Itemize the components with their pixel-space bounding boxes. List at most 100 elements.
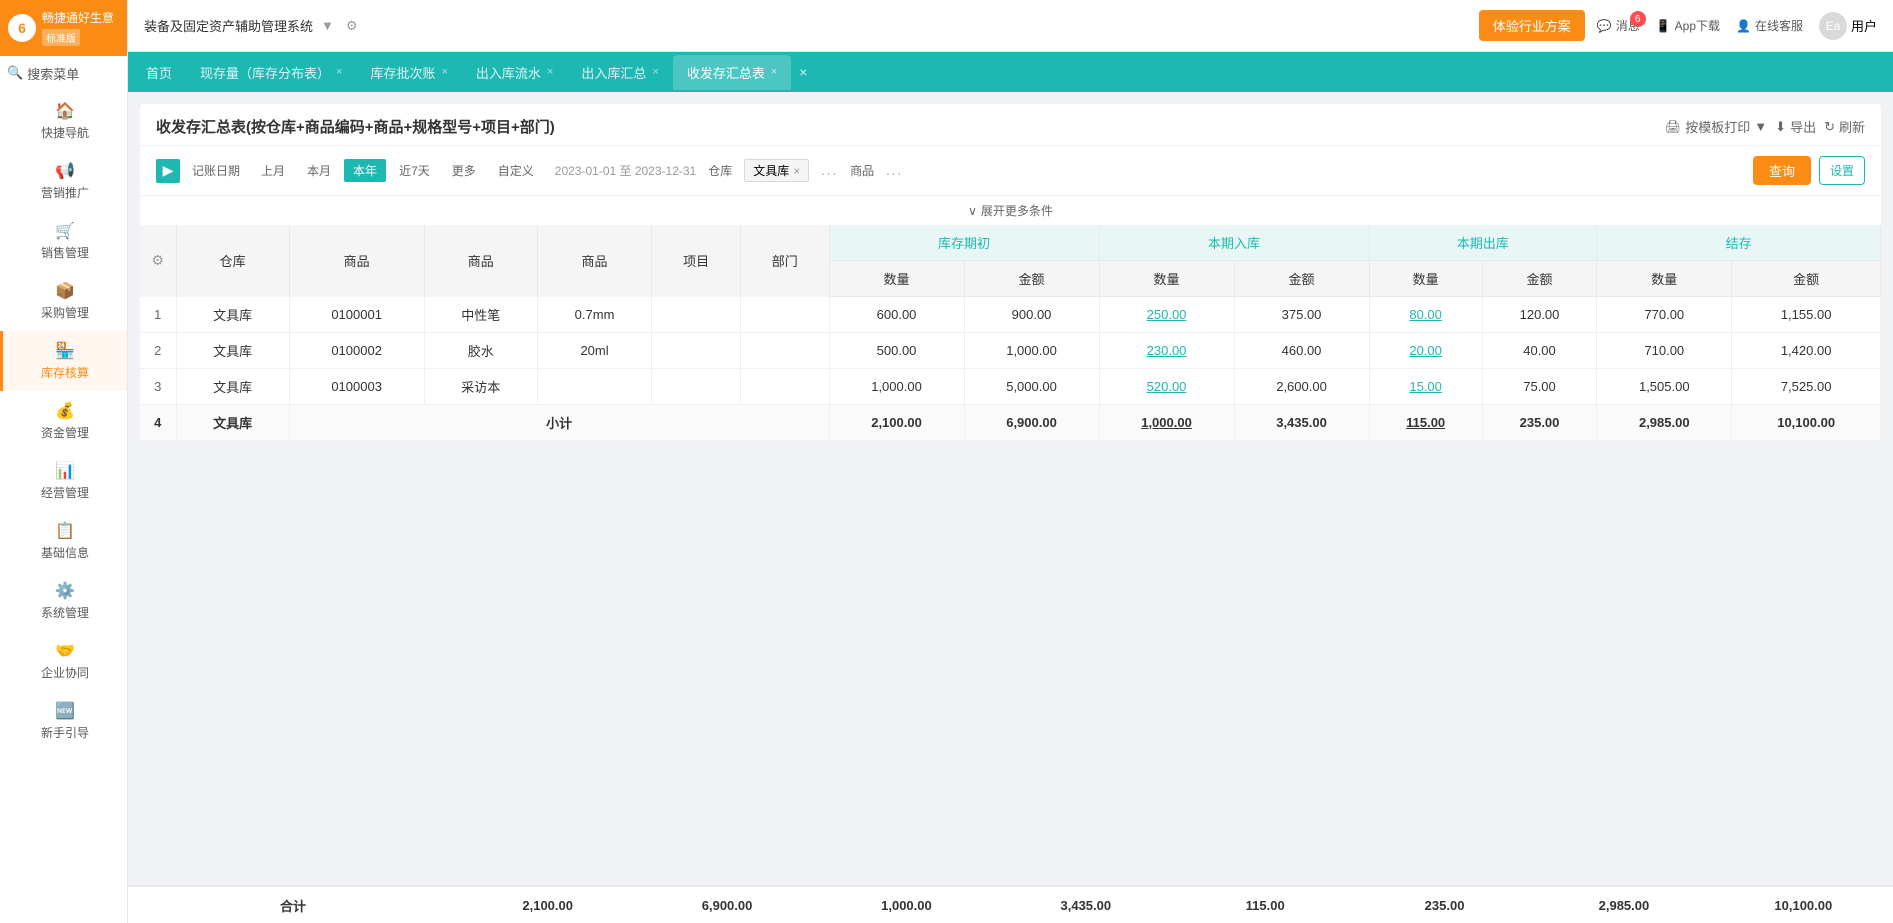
sidebar-label-basic: 基础信息 — [41, 544, 89, 561]
tab-inout-flow[interactable]: 出入库流水 × — [462, 55, 567, 90]
refresh-icon: ↻ — [1824, 119, 1835, 135]
expand-conditions-btn[interactable]: ∨ 展开更多条件 — [968, 202, 1053, 219]
date-btn-this-month[interactable]: 本月 — [298, 159, 340, 182]
download-icon: 📱 — [1656, 19, 1671, 33]
filter-expand-btn[interactable]: ▶ — [156, 159, 180, 183]
tab-inout-summary-close[interactable]: × — [652, 66, 658, 78]
cell-out-qty[interactable]: 20.00 — [1369, 332, 1482, 368]
tab-receipt-summary-close[interactable]: × — [771, 66, 777, 78]
sub-close-amt: 10,100.00 — [1732, 404, 1881, 440]
sidebar-item-purchase[interactable]: 📦 采购管理 — [0, 271, 127, 331]
tab-inout-flow-close[interactable]: × — [547, 66, 553, 78]
tab-stock-dist-close[interactable]: × — [336, 66, 342, 78]
sidebar-item-guide[interactable]: 🆕 新手引导 — [0, 691, 127, 751]
sidebar-item-operations[interactable]: 📊 经营管理 — [0, 451, 127, 511]
cell-open-qty: 500.00 — [829, 332, 964, 368]
sub-close-qty: 2,985.00 — [1597, 404, 1732, 440]
tab-receipt-summary[interactable]: 收发存汇总表 × — [673, 55, 791, 90]
sidebar-item-sales[interactable]: 🛒 销售管理 — [0, 211, 127, 271]
system-name-text: 装备及固定资产辅助管理系统 — [144, 16, 313, 35]
cell-dept — [740, 297, 829, 333]
print-dropdown-icon: ▼ — [1754, 119, 1767, 134]
cell-in-qty[interactable]: 520.00 — [1099, 368, 1234, 404]
table-row: 2 文具库 0100002 胶水 20ml 500.00 1,000.00 23… — [140, 332, 1881, 368]
tab-batch[interactable]: 库存批次账 × — [356, 55, 461, 90]
cell-close-qty: 1,505.00 — [1597, 368, 1732, 404]
online-service-btn[interactable]: 👤 在线客服 — [1736, 17, 1803, 34]
date-btn-this-year[interactable]: 本年 — [344, 159, 386, 182]
date-btn-7days[interactable]: 近7天 — [390, 159, 439, 182]
cell-name: 胶水 — [424, 332, 537, 368]
cell-in-qty[interactable]: 250.00 — [1099, 297, 1234, 333]
cell-close-amt: 1,420.00 — [1732, 332, 1881, 368]
cell-open-amt: 1,000.00 — [964, 332, 1099, 368]
warehouse-filter-label: 仓库 — [708, 162, 732, 179]
user-menu[interactable]: Ea 用户 — [1819, 12, 1877, 40]
print-btn[interactable]: 🖨 按模板打印 ▼ — [1665, 117, 1767, 136]
date-filter-label: 记账日期 — [192, 162, 240, 179]
finance-icon: 💰 — [55, 401, 75, 421]
th-warehouse: 仓库 — [176, 225, 289, 297]
content-area: 收发存汇总表(按仓库+商品编码+商品+规格型号+项目+部门) 🖨 按模板打印 ▼… — [128, 92, 1893, 885]
table-row: 3 文具库 0100003 采访本 1,000.00 5,000.00 520.… — [140, 368, 1881, 404]
cell-spec: 0.7mm — [537, 297, 651, 333]
date-btn-more[interactable]: 更多 — [443, 159, 485, 182]
sub-label: 小计 — [289, 404, 829, 440]
main-area: 装备及固定资产辅助管理系统 ▼ ⚙ 体验行业方案 💬 消息 6 📱 App下载 … — [128, 0, 1893, 923]
enterprise-icon: 🤝 — [55, 641, 75, 661]
sidebar-item-system[interactable]: ⚙️ 系统管理 — [0, 571, 127, 631]
footer-close-amt: 10,100.00 — [1714, 898, 1893, 913]
date-range-display: 2023-01-01 至 2023-12-31 — [555, 162, 696, 179]
sidebar-item-finance[interactable]: 💰 资金管理 — [0, 391, 127, 451]
cell-out-qty[interactable]: 80.00 — [1369, 297, 1482, 333]
cell-name: 中性笔 — [424, 297, 537, 333]
goods-more-dots[interactable]: ... — [886, 163, 903, 178]
tab-receipt-summary-label: 收发存汇总表 — [687, 63, 765, 82]
system-dropdown-icon[interactable]: ▼ — [321, 18, 334, 33]
sidebar-item-enterprise[interactable]: 🤝 企业协同 — [0, 631, 127, 691]
warehouse-more-dots[interactable]: ... — [821, 163, 838, 178]
cell-in-qty[interactable]: 230.00 — [1099, 332, 1234, 368]
export-btn[interactable]: ⬇ 导出 — [1775, 117, 1816, 136]
sidebar-item-basic-info[interactable]: 📋 基础信息 — [0, 511, 127, 571]
filter-settings-btn[interactable]: 设置 — [1819, 156, 1865, 185]
sidebar-item-quick-nav[interactable]: 🏠 快捷导航 — [0, 91, 127, 151]
refresh-btn[interactable]: ↻ 刷新 — [1824, 117, 1865, 136]
cell-project — [652, 297, 741, 333]
warehouse-tag[interactable]: 文具库 × — [744, 159, 809, 182]
table-settings-icon[interactable]: ⚙ — [151, 252, 164, 268]
footer-open-qty: 2,100.00 — [458, 898, 637, 913]
topbar-settings-icon[interactable]: ⚙ — [346, 18, 358, 34]
sidebar-logo: 6 畅捷通好生意 标准版 — [0, 0, 127, 56]
th-in-qty: 数量 — [1099, 261, 1234, 297]
th-settings: ⚙ — [140, 225, 176, 297]
cell-warehouse: 文具库 — [176, 368, 289, 404]
online-service-label: 在线客服 — [1755, 17, 1803, 34]
tab-stock-dist[interactable]: 现存量（库存分布表） × — [186, 55, 356, 90]
cell-spec: 20ml — [537, 332, 651, 368]
app-download-btn[interactable]: 📱 App下载 — [1656, 17, 1720, 34]
tab-inout-summary[interactable]: 出入库汇总 × — [567, 55, 672, 90]
sidebar-item-inventory[interactable]: 🏪 库存核算 — [0, 331, 127, 391]
query-btn[interactable]: 查询 — [1753, 156, 1811, 185]
date-filter-btns: 上月 本月 本年 近7天 更多 自定义 — [252, 159, 543, 182]
tab-home[interactable]: 首页 — [132, 55, 186, 90]
trial-btn[interactable]: 体验行业方案 — [1479, 10, 1585, 41]
cell-code: 0100003 — [289, 368, 424, 404]
sidebar-search[interactable]: 🔍 搜索菜单 — [0, 56, 127, 91]
sidebar-item-marketing[interactable]: 📢 营销推广 — [0, 151, 127, 211]
cell-open-qty: 1,000.00 — [829, 368, 964, 404]
date-btn-last-month[interactable]: 上月 — [252, 159, 294, 182]
sidebar-label-marketing: 营销推广 — [41, 184, 89, 201]
tab-batch-close[interactable]: × — [441, 66, 447, 78]
print-label: 按模板打印 — [1685, 117, 1750, 136]
warehouse-tag-close[interactable]: × — [793, 164, 800, 178]
cell-open-amt: 900.00 — [964, 297, 1099, 333]
messages-btn[interactable]: 💬 消息 6 — [1597, 17, 1640, 34]
cell-dept — [740, 332, 829, 368]
tabbar-close-all[interactable]: × — [799, 64, 807, 80]
date-btn-custom[interactable]: 自定义 — [489, 159, 543, 182]
topbar-icons: 💬 消息 6 📱 App下载 👤 在线客服 Ea 用户 — [1597, 12, 1877, 40]
expand-conditions-label: 展开更多条件 — [981, 202, 1053, 219]
cell-out-qty[interactable]: 15.00 — [1369, 368, 1482, 404]
